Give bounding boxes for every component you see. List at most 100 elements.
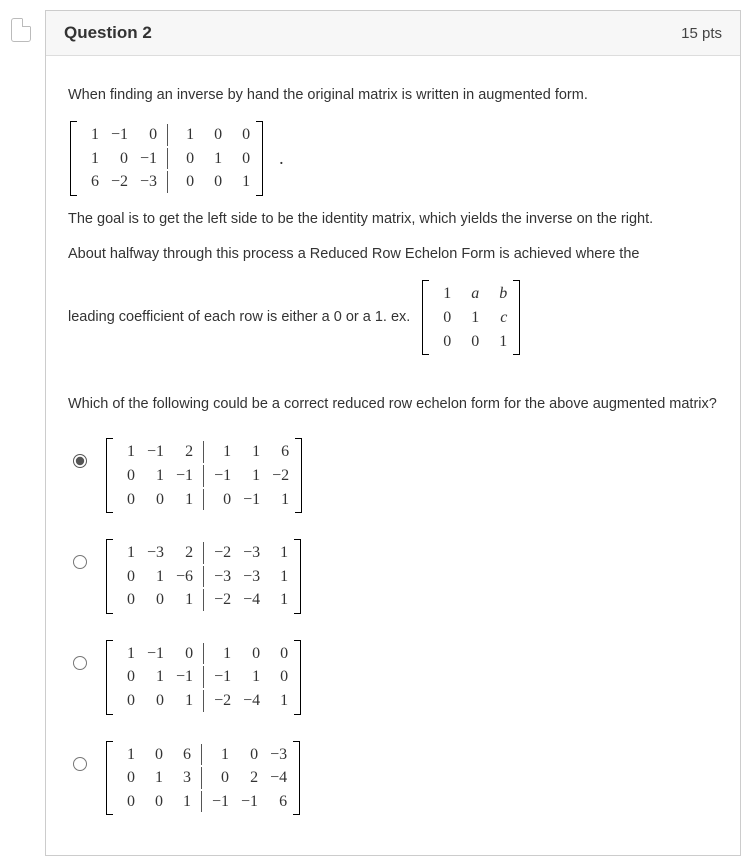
matrix-cell: 0 <box>241 744 258 766</box>
matrix-cell: 1 <box>83 148 99 170</box>
matrix-cell: 1 <box>463 307 479 329</box>
matrix-cell: 1 <box>435 283 451 305</box>
answer-option[interactable]: 1−1211601−1−11−20010−11 <box>68 428 718 529</box>
answer-radio[interactable] <box>73 555 87 569</box>
matrix-cell: 2 <box>241 767 258 789</box>
question-body: When finding an inverse by hand the orig… <box>46 56 740 855</box>
matrix-cell: 1 <box>206 148 222 170</box>
matrix-cell: 0 <box>147 489 164 511</box>
matrix-cell: 1 <box>234 171 250 193</box>
matrix-cell: −4 <box>243 690 260 712</box>
matrix-cell: 0 <box>201 767 229 789</box>
matrix-cell: b <box>491 283 507 305</box>
matrix-cell: 1 <box>272 489 289 511</box>
period: . <box>279 144 284 173</box>
leading-text: leading coefficient of each row is eithe… <box>68 306 410 329</box>
matrix-cell: −1 <box>203 465 231 487</box>
example-matrix: 1ab01c001 <box>422 280 520 355</box>
matrix-cell: −1 <box>111 124 128 146</box>
answer-options: 1−1211601−1−11−20010−111−32−2−3101−6−3−3… <box>68 428 718 831</box>
question-card: Question 2 15 pts When finding an invers… <box>45 10 741 856</box>
matrix-cell: 6 <box>272 441 289 463</box>
matrix-cell: 0 <box>119 666 135 688</box>
matrix-cell: −1 <box>147 643 164 665</box>
answer-option[interactable]: 1−1010001−1−110001−2−41 <box>68 630 718 731</box>
matrix-cell: 0 <box>111 148 128 170</box>
matrix-cell: 1 <box>167 124 194 146</box>
answer-option[interactable]: 10610−301302−4001−1−16 <box>68 731 718 832</box>
matrix-cell: 1 <box>491 331 507 353</box>
matrix-cell: −2 <box>203 690 231 712</box>
matrix-cell: 1 <box>119 643 135 665</box>
matrix-cell: −4 <box>243 589 260 611</box>
matrix-cell: 0 <box>206 171 222 193</box>
matrix-cell: 0 <box>243 643 260 665</box>
matrix-cell: −1 <box>176 666 193 688</box>
matrix-cell: 2 <box>176 542 193 564</box>
matrix-cell: 1 <box>83 124 99 146</box>
matrix-cell: −1 <box>176 465 193 487</box>
matrix-cell: 0 <box>234 148 250 170</box>
matrix-cell: 1 <box>243 441 260 463</box>
matrix-cell: 1 <box>176 489 193 511</box>
matrix-cell: −3 <box>140 171 157 193</box>
matrix-cell: c <box>491 307 507 329</box>
matrix-cell: 0 <box>119 465 135 487</box>
answer-radio[interactable] <box>73 656 87 670</box>
matrix-cell: 1 <box>272 542 288 564</box>
matrix-cell: −1 <box>147 441 164 463</box>
matrix-cell: 0 <box>119 489 135 511</box>
option-matrix: 1−1010001−1−110001−2−41 <box>106 640 301 715</box>
answer-option[interactable]: 1−32−2−3101−6−3−31001−2−41 <box>68 529 718 630</box>
matrix-cell: −4 <box>270 767 287 789</box>
matrix-cell: −3 <box>270 744 287 766</box>
matrix-cell: −1 <box>201 791 229 813</box>
matrix-cell: 0 <box>147 589 164 611</box>
matrix-cell: 0 <box>147 690 164 712</box>
matrix-cell: 1 <box>119 441 135 463</box>
matrix-cell: 1 <box>175 791 191 813</box>
answer-radio[interactable] <box>73 757 87 771</box>
matrix-cell: 2 <box>176 441 193 463</box>
matrix-cell: 0 <box>140 124 157 146</box>
matrix-cell: 3 <box>175 767 191 789</box>
prompt-text: Which of the following could be a correc… <box>68 393 718 416</box>
matrix-cell: 0 <box>167 148 194 170</box>
matrix-cell: 0 <box>435 307 451 329</box>
matrix-cell: 6 <box>175 744 191 766</box>
matrix-cell: −1 <box>203 666 231 688</box>
matrix-cell: 6 <box>270 791 287 813</box>
matrix-cell: −1 <box>243 489 260 511</box>
matrix-cell: 1 <box>147 666 164 688</box>
matrix-cell: 0 <box>234 124 250 146</box>
matrix-cell: 6 <box>83 171 99 193</box>
matrix-cell: 0 <box>203 489 231 511</box>
matrix-cell: 1 <box>203 441 231 463</box>
matrix-cell: 0 <box>272 666 288 688</box>
matrix-cell: −3 <box>203 566 231 588</box>
matrix-cell: −2 <box>272 465 289 487</box>
option-matrix: 10610−301302−4001−1−16 <box>106 741 300 816</box>
matrix-cell: −3 <box>147 542 164 564</box>
matrix-cell: 1 <box>203 643 231 665</box>
option-matrix: 1−1211601−1−11−20010−11 <box>106 438 302 513</box>
matrix-cell: 1 <box>147 465 164 487</box>
matrix-cell: 1 <box>147 566 164 588</box>
given-augmented-matrix: 1−1010010−10106−2−3001 <box>70 121 263 196</box>
matrix-cell: 1 <box>201 744 229 766</box>
matrix-cell: 0 <box>272 643 288 665</box>
matrix-cell: −1 <box>140 148 157 170</box>
matrix-cell: 0 <box>119 791 135 813</box>
matrix-cell: 1 <box>176 589 193 611</box>
matrix-cell: 1 <box>119 542 135 564</box>
option-matrix: 1−32−2−3101−6−3−31001−2−41 <box>106 539 301 614</box>
matrix-cell: 0 <box>206 124 222 146</box>
page-icon <box>11 18 31 42</box>
question-title: Question 2 <box>64 23 152 43</box>
matrix-cell: 0 <box>119 566 135 588</box>
halfway-text: About halfway through this process a Red… <box>68 243 718 266</box>
matrix-cell: 1 <box>243 465 260 487</box>
answer-radio[interactable] <box>73 454 87 468</box>
matrix-cell: −3 <box>243 542 260 564</box>
matrix-cell: 1 <box>272 589 288 611</box>
